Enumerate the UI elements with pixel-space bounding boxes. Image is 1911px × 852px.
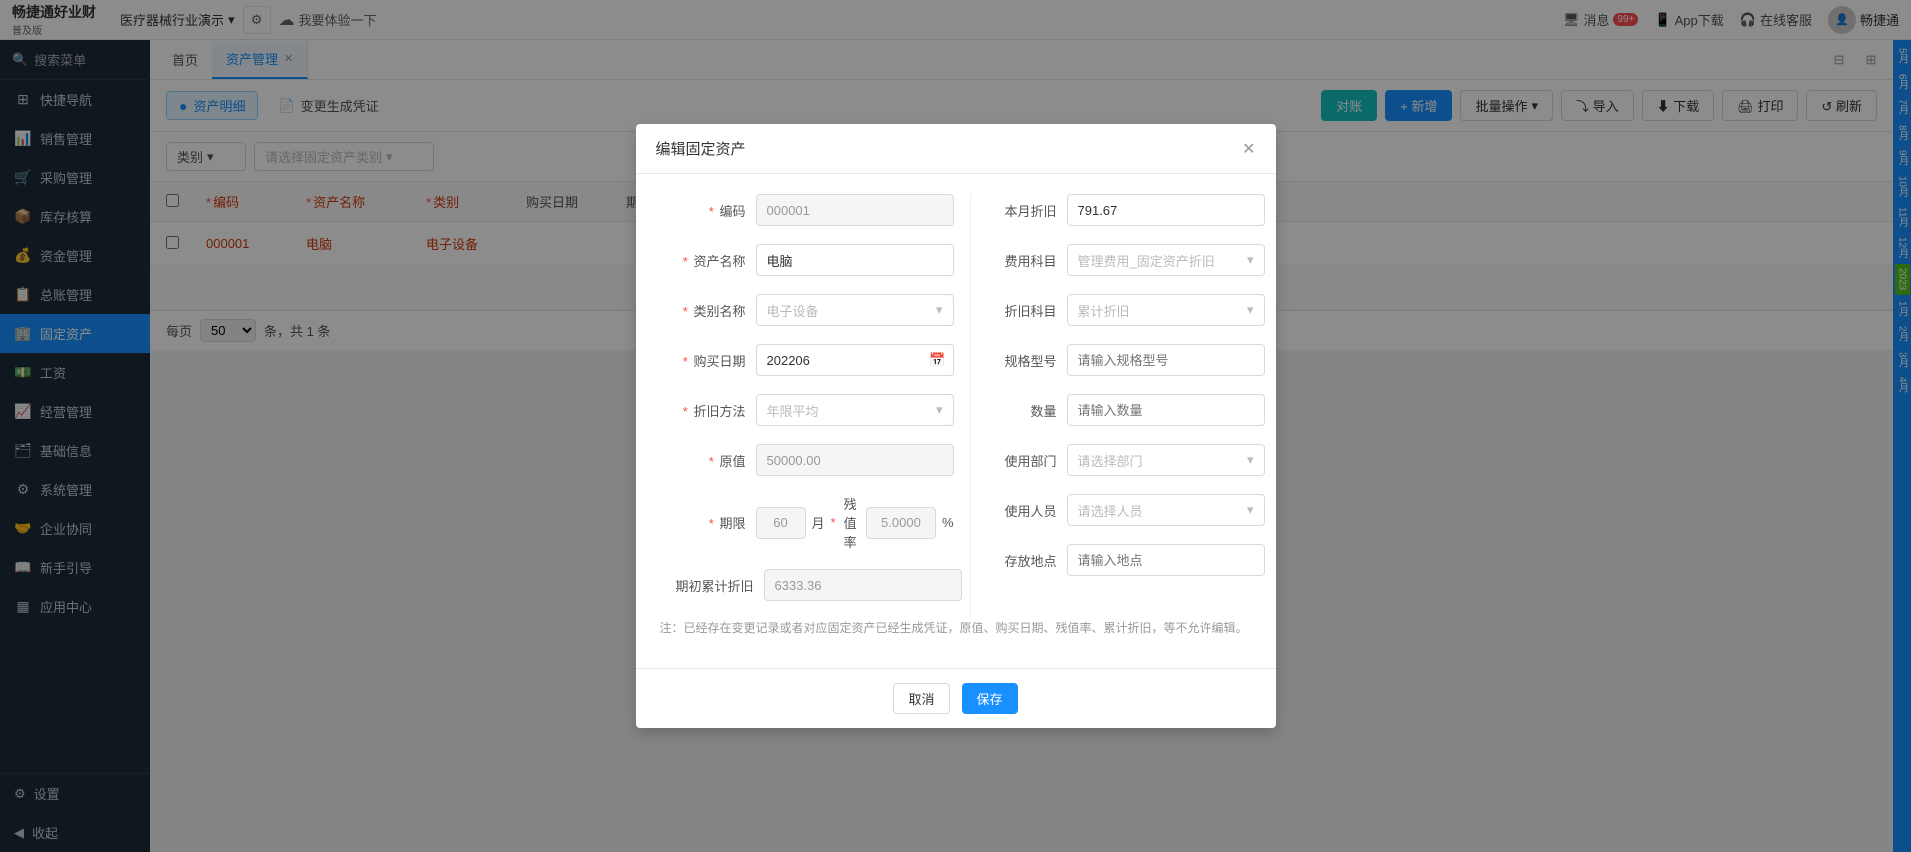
period-input[interactable] bbox=[756, 507, 806, 539]
location-input[interactable] bbox=[1067, 544, 1265, 576]
chevron-down-icon: ▾ bbox=[1247, 452, 1254, 468]
spec-input[interactable] bbox=[1067, 344, 1265, 376]
purchase-date-input[interactable] bbox=[756, 344, 954, 376]
form-row-dep-account: 折旧科目 累计折旧 ▾ bbox=[987, 294, 1265, 326]
form-row-location: 存放地点 bbox=[987, 544, 1265, 576]
dep-method-select[interactable]: 年限平均 ▾ bbox=[756, 394, 954, 426]
chevron-down-icon: ▾ bbox=[1247, 252, 1254, 268]
original-input[interactable] bbox=[756, 444, 954, 476]
category-select[interactable]: 电子设备 ▾ bbox=[756, 294, 954, 326]
form-row-original: * 原值 bbox=[676, 444, 954, 476]
form-row-initial-accum: 期初累计折旧 bbox=[676, 569, 954, 601]
person-select[interactable]: 请选择人员 ▾ bbox=[1067, 494, 1265, 526]
dep-account-select[interactable]: 累计折旧 ▾ bbox=[1067, 294, 1265, 326]
form-row-quantity: 数量 bbox=[987, 394, 1265, 426]
edit-fixed-asset-modal: 编辑固定资产 ✕ * 编码 bbox=[636, 124, 1276, 728]
form-row-department: 使用部门 请选择部门 ▾ bbox=[987, 444, 1265, 476]
chevron-down-icon: ▾ bbox=[936, 302, 943, 318]
department-select[interactable]: 请选择部门 ▾ bbox=[1067, 444, 1265, 476]
form-row-person: 使用人员 请选择人员 ▾ bbox=[987, 494, 1265, 526]
modal-title: 编辑固定资产 bbox=[656, 138, 746, 159]
form-row-code: * 编码 bbox=[676, 194, 954, 226]
form-row-purchase-date: * 购买日期 📅 bbox=[676, 344, 954, 376]
monthly-dep-input[interactable] bbox=[1067, 194, 1265, 226]
form-row-monthly-dep: 本月折旧 bbox=[987, 194, 1265, 226]
residual-input[interactable] bbox=[866, 507, 936, 539]
chevron-down-icon: ▾ bbox=[1247, 502, 1254, 518]
form-row-period: * 期限 月 * 残值率 % bbox=[676, 494, 954, 551]
cancel-btn[interactable]: 取消 bbox=[893, 683, 949, 714]
calendar-icon[interactable]: 📅 bbox=[929, 352, 945, 368]
form-row-dep-method: * 折旧方法 年限平均 ▾ bbox=[676, 394, 954, 426]
form-row-category: * 类别名称 电子设备 ▾ bbox=[676, 294, 954, 326]
save-btn[interactable]: 保存 bbox=[962, 683, 1018, 714]
chevron-down-icon: ▾ bbox=[936, 402, 943, 418]
code-input[interactable] bbox=[756, 194, 954, 226]
initial-accum-input[interactable] bbox=[764, 569, 962, 601]
modal-note: 注：已经存在变更记录或者对应固定资产已经生成凭证，原值、购买日期、残值率、累计折… bbox=[660, 619, 1252, 636]
form-row-expense-account: 费用科目 管理费用_固定资产折旧 ▾ bbox=[987, 244, 1265, 276]
expense-account-select[interactable]: 管理费用_固定资产折旧 ▾ bbox=[1067, 244, 1265, 276]
modal-overlay: 编辑固定资产 ✕ * 编码 bbox=[0, 0, 1911, 852]
form-row-spec: 规格型号 bbox=[987, 344, 1265, 376]
form-row-name: * 资产名称 bbox=[676, 244, 954, 276]
modal-close-btn[interactable]: ✕ bbox=[1242, 139, 1255, 159]
name-input[interactable] bbox=[756, 244, 954, 276]
quantity-input[interactable] bbox=[1067, 394, 1265, 426]
chevron-down-icon: ▾ bbox=[1247, 302, 1254, 318]
